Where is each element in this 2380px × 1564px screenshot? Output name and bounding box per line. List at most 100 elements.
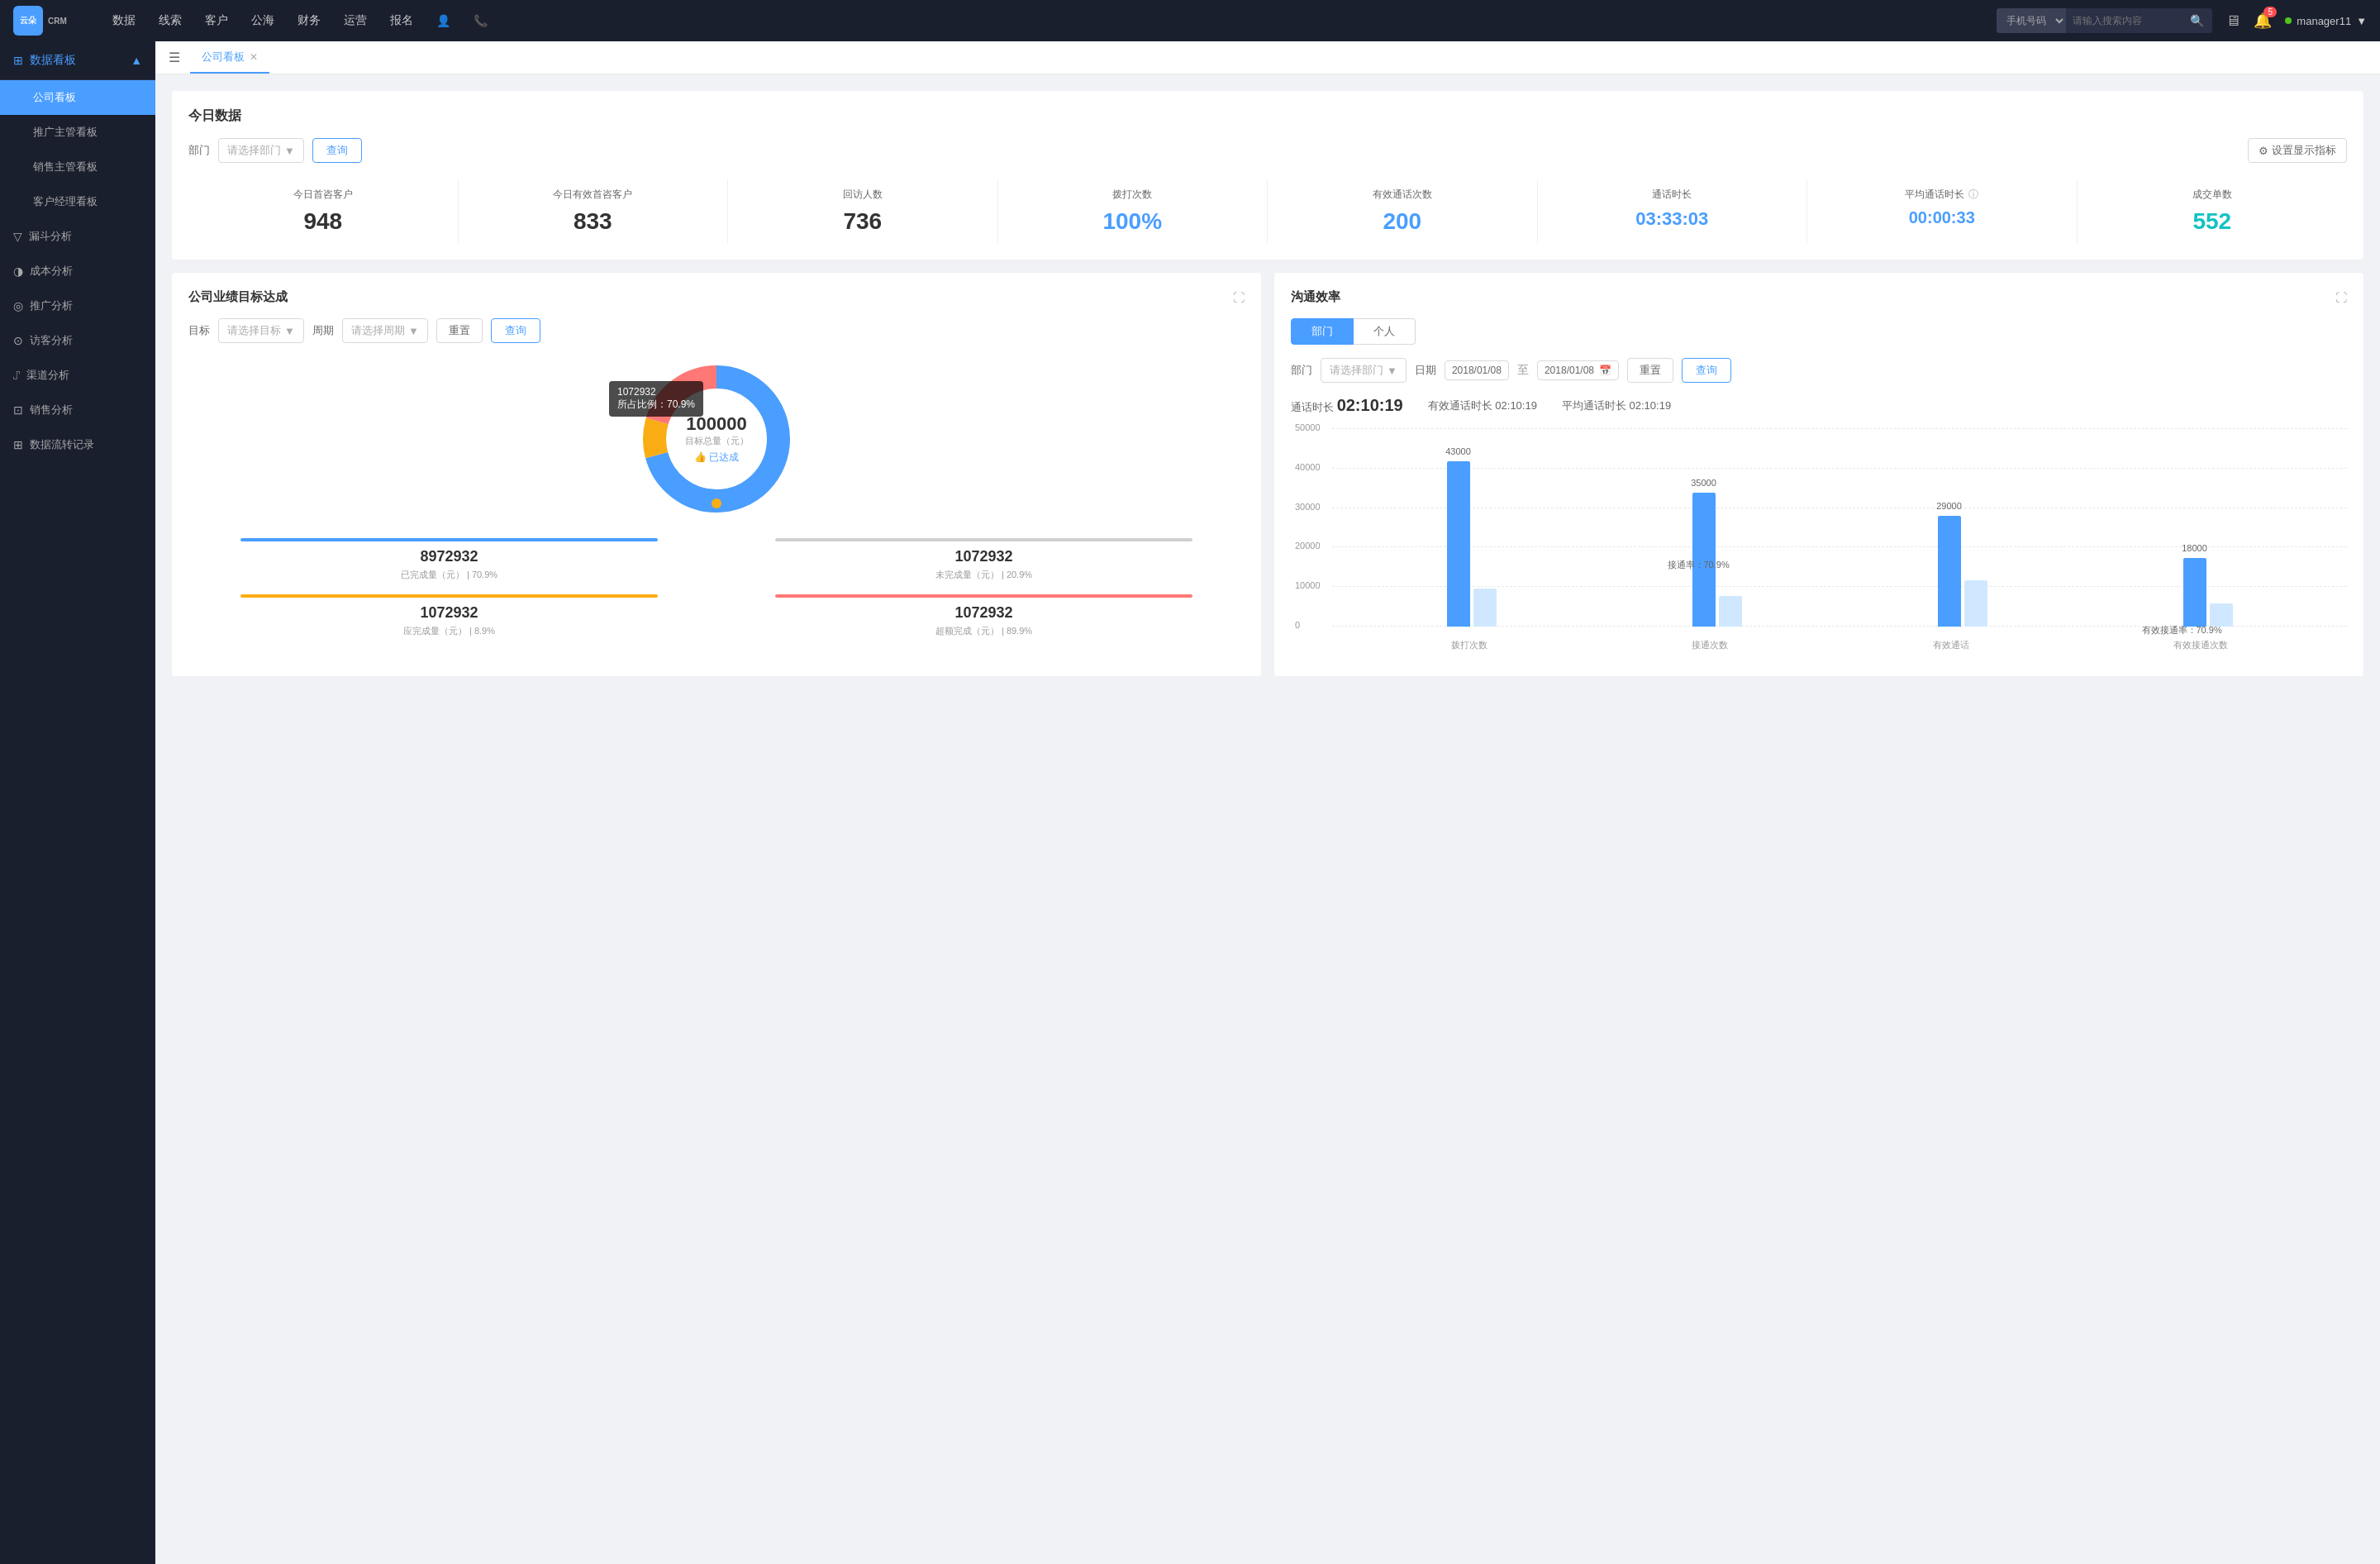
nav-leads[interactable]: 线索 bbox=[159, 10, 182, 31]
search-type-select[interactable]: 手机号码 bbox=[1997, 8, 2066, 33]
metric-value: 552 bbox=[2086, 208, 2340, 235]
tab-close-icon[interactable]: ✕ bbox=[250, 51, 258, 63]
nav-finance[interactable]: 财务 bbox=[298, 10, 321, 31]
metric-should-complete: 1072932 应完成量（元） | 8.9% bbox=[188, 594, 710, 637]
comm-stat-3: 平均通话时长 02:10:19 bbox=[1562, 398, 1671, 413]
sidebar-item-data-flow[interactable]: ⊞ 数据流转记录 bbox=[0, 427, 155, 462]
main-content: ☰ 公司看板 ✕ 今日数据 部门 请选择部门 ▼ 查询 bbox=[155, 41, 2380, 1564]
comm-panel: 沟通效率 ⛶ 部门 个人 部门 请选择部门 ▼ 日期 bbox=[1274, 273, 2363, 676]
period-select-text: 请选择周期 bbox=[351, 323, 405, 338]
settings-icon: ⚙ bbox=[2259, 145, 2268, 157]
comm-panel-expand-icon[interactable]: ⛶ bbox=[2335, 291, 2347, 304]
sidebar-analysis-section: ▽ 漏斗分析 ◑ 成本分析 ◎ 推广分析 ⊙ 访客分析 ⑀ 渠道分析 ⊡ 销售分… bbox=[0, 219, 155, 462]
grid-label: 20000 bbox=[1295, 541, 1321, 551]
nav-operations[interactable]: 运营 bbox=[344, 10, 367, 31]
tab-company-board[interactable]: 公司看板 ✕ bbox=[190, 41, 269, 74]
bar-chart-bars: 43000 35000 bbox=[1332, 428, 2347, 627]
today-filter-row: 部门 请选择部门 ▼ 查询 ⚙ 设置显示指标 bbox=[188, 138, 2347, 163]
xlabel-connect: 接通次数 bbox=[1692, 639, 1728, 651]
metric-value: 833 bbox=[467, 208, 720, 235]
comm-tab-dept[interactable]: 部门 bbox=[1291, 318, 1354, 345]
bar-pair-1: 43000 bbox=[1447, 461, 1497, 627]
user-profile[interactable]: manager11 ▼ bbox=[2285, 15, 2367, 27]
metric-value: 03:33:03 bbox=[1546, 208, 1799, 230]
target-panel-header: 公司业绩目标达成 ⛶ bbox=[188, 289, 1245, 305]
metric-label: 平均通话时长 ⓘ bbox=[1816, 188, 2068, 202]
bar-pair-4: 18000 bbox=[2183, 558, 2233, 627]
comm-reset-button[interactable]: 重置 bbox=[1627, 358, 1673, 383]
target-select[interactable]: 请选择目标 ▼ bbox=[218, 318, 304, 343]
search-button[interactable]: 🔍 bbox=[2182, 8, 2212, 33]
sidebar-item-label: 推广分析 bbox=[30, 298, 73, 313]
dept-select[interactable]: 请选择部门 ▼ bbox=[218, 138, 304, 163]
stat-value-3: 02:10:19 bbox=[1630, 399, 1672, 412]
tab-toggle-icon[interactable]: ☰ bbox=[169, 50, 180, 65]
metric-label: 拨打次数 bbox=[1007, 188, 1259, 202]
comm-stat-2: 有效通话时长 02:10:19 bbox=[1428, 398, 1537, 413]
search-input[interactable] bbox=[2066, 15, 2182, 26]
comm-bar-chart: 50000 40000 30000 20000 10000 0 bbox=[1291, 428, 2347, 660]
metric-value: 948 bbox=[197, 208, 450, 235]
comm-dept-select[interactable]: 请选择部门 ▼ bbox=[1321, 358, 1407, 383]
sidebar-item-customer-board[interactable]: 客户经理看板 bbox=[0, 184, 155, 219]
completed-value: 8972932 bbox=[188, 548, 710, 565]
bar-group-effective: 29000 bbox=[1938, 516, 1987, 627]
notification-icon[interactable]: 🔔 5 bbox=[2254, 12, 2272, 30]
sidebar-item-cost[interactable]: ◑ 成本分析 bbox=[0, 254, 155, 288]
metric-completed: 8972932 已完成量（元） | 70.9% bbox=[188, 538, 710, 581]
nav-enrollment[interactable]: 报名 bbox=[390, 10, 413, 31]
metric-deals: 成交单数 552 bbox=[2078, 179, 2348, 243]
target-reset-button[interactable]: 重置 bbox=[436, 318, 483, 343]
settings-button[interactable]: ⚙ 设置显示指标 bbox=[2248, 138, 2347, 163]
bar-label-29000: 29000 bbox=[1936, 501, 1962, 511]
sidebar-item-sales-board[interactable]: 销售主管看板 bbox=[0, 150, 155, 184]
search-box: 手机号码 🔍 bbox=[1997, 8, 2212, 33]
nav-phone-icon[interactable]: 📞 bbox=[474, 11, 488, 31]
sidebar-item-funnel[interactable]: ▽ 漏斗分析 bbox=[0, 219, 155, 254]
donut-achieved-label: 👍 已达成 bbox=[685, 451, 749, 465]
settings-label: 设置显示指标 bbox=[2272, 143, 2336, 158]
target-query-button[interactable]: 查询 bbox=[491, 318, 540, 343]
sidebar-item-visitor[interactable]: ⊙ 访客分析 bbox=[0, 323, 155, 358]
sidebar-item-promo-board[interactable]: 推广主管看板 bbox=[0, 115, 155, 150]
sidebar-item-sales-analysis[interactable]: ⊡ 销售分析 bbox=[0, 393, 155, 427]
sidebar-item-label: 成本分析 bbox=[30, 264, 73, 279]
grid-label: 0 bbox=[1295, 620, 1300, 630]
nav-public-sea[interactable]: 公海 bbox=[251, 10, 274, 31]
sidebar-item-label: 漏斗分析 bbox=[29, 229, 72, 244]
panels-row: 公司业绩目标达成 ⛶ 目标 请选择目标 ▼ 周期 请选择周期 ▼ bbox=[172, 273, 2363, 676]
comm-query-button[interactable]: 查询 bbox=[1682, 358, 1731, 383]
metric-first-consult: 今日首咨客户 948 bbox=[188, 179, 459, 243]
cost-icon: ◑ bbox=[13, 265, 23, 278]
nav-person-icon[interactable]: 👤 bbox=[436, 11, 450, 31]
sidebar-item-channel[interactable]: ⑀ 渠道分析 bbox=[0, 358, 155, 393]
tooltip-value: 1072932 bbox=[617, 386, 695, 398]
bar-connect-secondary bbox=[1719, 596, 1742, 627]
sidebar-item-company-board[interactable]: 公司看板 bbox=[0, 80, 155, 115]
sidebar-collapse-icon: ▲ bbox=[131, 54, 142, 67]
tooltip-percent: 所占比例：70.9% bbox=[617, 398, 695, 412]
sidebar-section-header[interactable]: ⊞ 数据看板 ▲ bbox=[0, 41, 155, 80]
nav-data[interactable]: 数据 bbox=[112, 10, 136, 31]
metric-value: 200 bbox=[1276, 208, 1529, 235]
tab-bar: ☰ 公司看板 ✕ bbox=[155, 41, 2380, 74]
xlabel-eff-connect: 有效接通次数 bbox=[2173, 639, 2228, 651]
target-panel-expand-icon[interactable]: ⛶ bbox=[1233, 291, 1245, 304]
app-logo: 云朵 CRM bbox=[13, 6, 96, 36]
comm-tab-person[interactable]: 个人 bbox=[1354, 318, 1416, 345]
dept-select-arrow: ▼ bbox=[284, 145, 295, 157]
comm-date-to[interactable]: 2018/01/08 📅 bbox=[1537, 360, 1619, 380]
comm-date-from[interactable]: 2018/01/08 bbox=[1445, 360, 1509, 380]
metric-effective-consult: 今日有效首咨客户 833 bbox=[459, 179, 729, 243]
nav-customers[interactable]: 客户 bbox=[205, 10, 228, 31]
metric-uncompleted: 1072932 未完成量（元） | 20.9% bbox=[723, 538, 1245, 581]
sidebar-item-label: 销售分析 bbox=[30, 403, 73, 417]
username: manager11 bbox=[2297, 15, 2351, 27]
today-query-button[interactable]: 查询 bbox=[312, 138, 362, 163]
period-select[interactable]: 请选择周期 ▼ bbox=[342, 318, 428, 343]
sidebar-dashboard-section: ⊞ 数据看板 ▲ 公司看板 推广主管看板 销售主管看板 客户经理看板 bbox=[0, 41, 155, 219]
sidebar-item-promo[interactable]: ◎ 推广分析 bbox=[0, 288, 155, 323]
monitor-icon[interactable]: 🖥 bbox=[2225, 12, 2240, 30]
comm-filter-row: 部门 请选择部门 ▼ 日期 2018/01/08 至 2018/01/08 📅 bbox=[1291, 358, 2347, 383]
comm-tabs: 部门 个人 bbox=[1291, 318, 2347, 345]
